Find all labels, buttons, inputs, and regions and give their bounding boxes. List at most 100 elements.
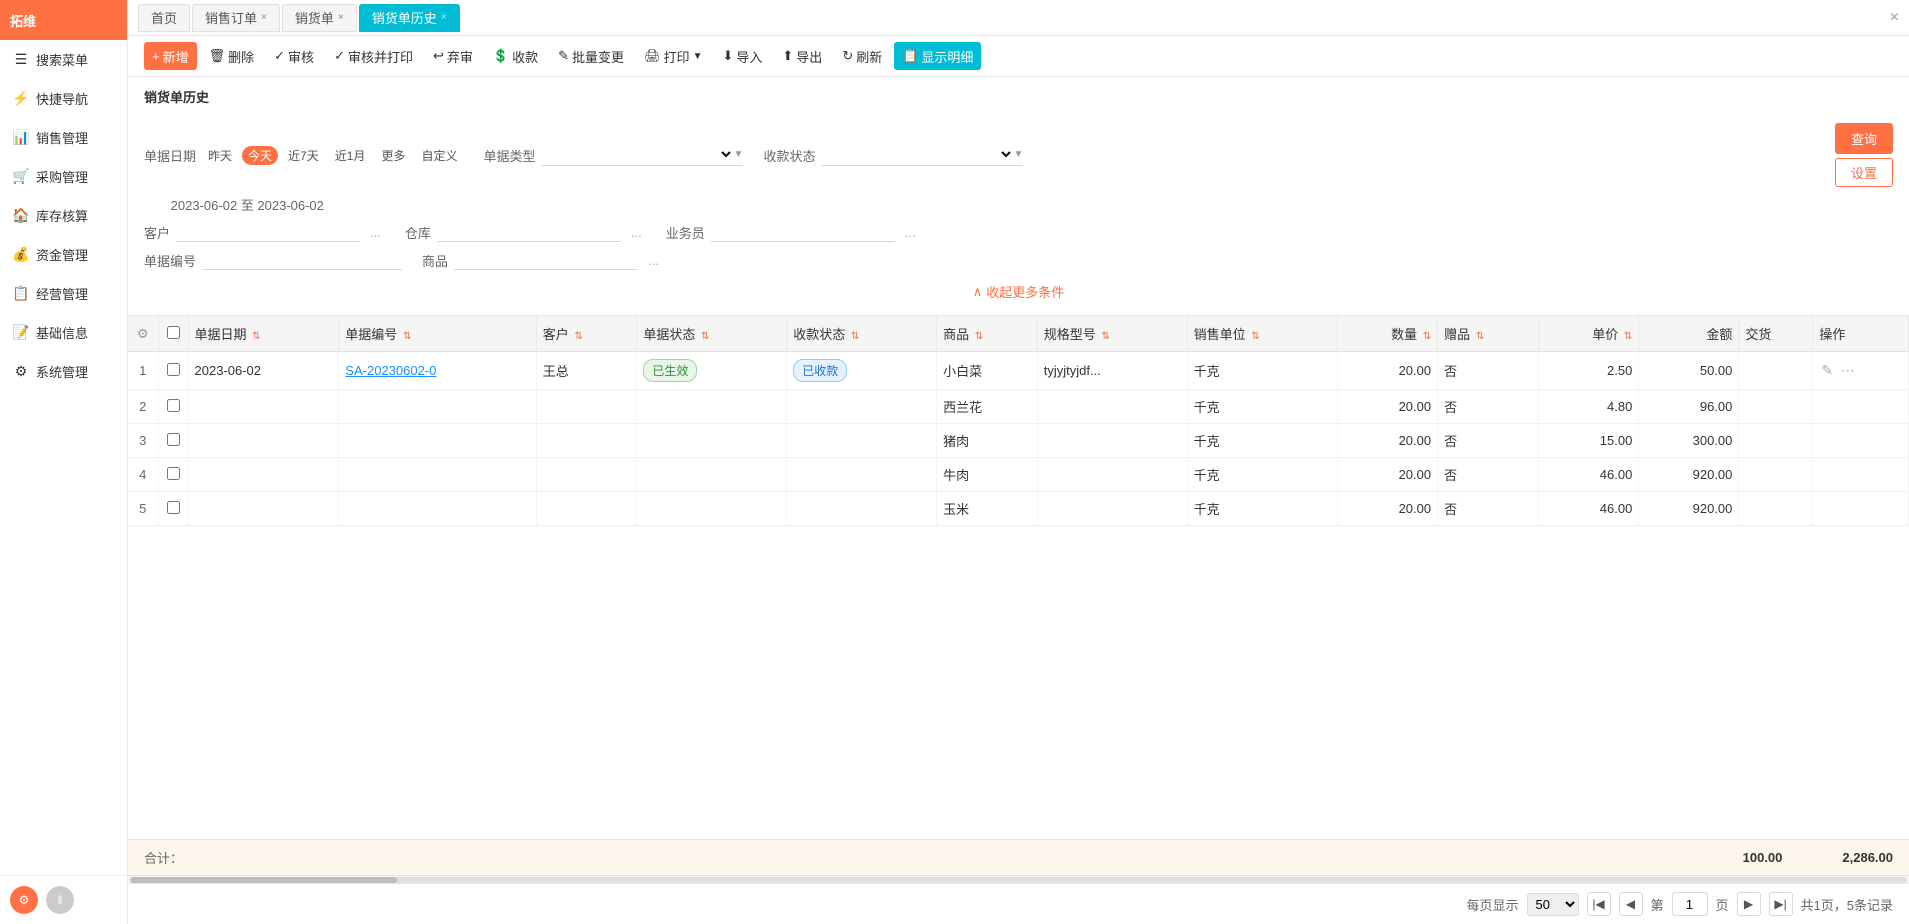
salesperson-input[interactable] bbox=[711, 222, 895, 242]
window-close-btn[interactable]: × bbox=[1890, 9, 1899, 27]
more-icon[interactable]: ⋯ bbox=[1841, 362, 1855, 378]
row-spec bbox=[1037, 458, 1187, 492]
batch-change-button[interactable]: ✎ 批量变更 bbox=[550, 42, 632, 70]
app-title: 拓维 bbox=[10, 11, 36, 30]
doc-no-link[interactable]: SA-20230602-0 bbox=[345, 363, 436, 378]
scrollbar-track bbox=[130, 877, 1907, 883]
shortcut-custom[interactable]: 自定义 bbox=[415, 146, 463, 165]
sidebar-item-system-mgmt[interactable]: ⚙ 系统管理 bbox=[0, 352, 127, 391]
last-page-btn[interactable]: ▶| bbox=[1769, 892, 1793, 916]
warehouse-dots[interactable]: ... bbox=[627, 225, 646, 240]
sidebar-item-inventory[interactable]: 🏠 库存核算 bbox=[0, 196, 127, 235]
horizontal-scrollbar[interactable] bbox=[128, 875, 1909, 883]
table-row: 2 西兰花 千克 20.00 否 4.80 96.00 bbox=[128, 390, 1909, 424]
sidebar-item-finance[interactable]: 💰 资金管理 bbox=[0, 235, 127, 274]
show-detail-button[interactable]: 📋 显示明细 bbox=[894, 42, 981, 70]
prev-page-btn[interactable]: ◀ bbox=[1619, 892, 1643, 916]
app-logo: 拓维 bbox=[0, 0, 127, 40]
shortcut-yesterday[interactable]: 昨天 bbox=[202, 146, 238, 165]
page-size-select[interactable]: 50 100 200 bbox=[1527, 893, 1579, 916]
export-button[interactable]: ⬆ 导出 bbox=[774, 42, 830, 70]
th-unit-sort[interactable]: ⇅ bbox=[1251, 331, 1259, 342]
table-settings-icon[interactable]: ⚙ bbox=[137, 326, 149, 341]
select-all-checkbox[interactable] bbox=[167, 326, 180, 339]
sidebar-item-purchase-mgmt[interactable]: 🛒 采购管理 bbox=[0, 157, 127, 196]
th-doc-no-label: 单据编号 bbox=[345, 327, 397, 342]
sidebar-item-basic-info[interactable]: 📝 基础信息 bbox=[0, 313, 127, 352]
footer-label: 合计： bbox=[144, 848, 183, 867]
row-checkbox[interactable] bbox=[167, 433, 180, 446]
collect-button[interactable]: 💲 收款 bbox=[485, 42, 546, 70]
tab-history-close[interactable]: × bbox=[441, 12, 447, 23]
collapse-button[interactable]: ∧ 收起更多条件 bbox=[144, 278, 1893, 305]
sidebar-item-quick-nav[interactable]: ⚡ 快捷导航 bbox=[0, 79, 127, 118]
row-operation bbox=[1813, 424, 1909, 458]
th-doc-date-sort[interactable]: ⇅ bbox=[252, 331, 260, 342]
goods-input[interactable] bbox=[454, 250, 638, 270]
th-goods-label: 商品 bbox=[943, 327, 969, 342]
first-page-btn[interactable]: |◀ bbox=[1587, 892, 1611, 916]
th-collect-status-sort[interactable]: ⇅ bbox=[851, 331, 859, 342]
row-checkbox[interactable] bbox=[167, 501, 180, 514]
abandon-button[interactable]: ↩ 弃审 bbox=[425, 42, 481, 70]
page-number-input[interactable] bbox=[1672, 892, 1708, 916]
audit-print-button[interactable]: ✓ 审核并打印 bbox=[326, 42, 421, 70]
shortcut-today[interactable]: 今天 bbox=[242, 146, 278, 165]
audit-button[interactable]: ✓ 审核 bbox=[266, 42, 322, 70]
tab-sales-order-close[interactable]: × bbox=[261, 12, 267, 23]
tab-sales-goods-close[interactable]: × bbox=[338, 12, 344, 23]
doc-no-filter-item: 单据编号 bbox=[144, 250, 402, 270]
sales-mgmt-icon: 📊 bbox=[12, 129, 30, 146]
th-customer-label: 客户 bbox=[543, 327, 569, 342]
warehouse-input[interactable] bbox=[437, 222, 621, 242]
th-unit-price-sort[interactable]: ⇅ bbox=[1624, 331, 1632, 342]
salesperson-dots[interactable]: ... bbox=[901, 225, 920, 240]
th-doc-status-sort[interactable]: ⇅ bbox=[701, 331, 709, 342]
query-button[interactable]: 查询 bbox=[1835, 123, 1893, 154]
shortcut-more[interactable]: 更多 bbox=[375, 146, 411, 165]
sidebar-collapse-btn[interactable]: ‖ bbox=[46, 886, 74, 914]
th-goods-sort[interactable]: ⇅ bbox=[975, 331, 983, 342]
tab-sales-order-label: 销售订单 bbox=[205, 8, 257, 27]
row-customer bbox=[536, 458, 637, 492]
sidebar-item-operations[interactable]: 📋 经营管理 bbox=[0, 274, 127, 313]
customer-input[interactable] bbox=[176, 222, 360, 242]
th-gift-sort[interactable]: ⇅ bbox=[1476, 331, 1484, 342]
row-spec: tyjyjtyjdf... bbox=[1037, 352, 1187, 390]
shortcut-1month[interactable]: 近1月 bbox=[329, 146, 372, 165]
next-page-btn[interactable]: ▶ bbox=[1737, 892, 1761, 916]
import-button[interactable]: ⬇ 导入 bbox=[714, 42, 770, 70]
sidebar-item-label: 快捷导航 bbox=[36, 89, 88, 108]
th-spec-sort[interactable]: ⇅ bbox=[1101, 331, 1109, 342]
sidebar-item-sales-mgmt[interactable]: 📊 销售管理 bbox=[0, 118, 127, 157]
scrollbar-thumb[interactable] bbox=[130, 877, 397, 883]
sidebar-settings-btn[interactable]: ⚙ bbox=[10, 886, 38, 914]
new-button[interactable]: + 新增 bbox=[144, 42, 197, 70]
row-checkbox[interactable] bbox=[167, 467, 180, 480]
tab-sales-order[interactable]: 销售订单 × bbox=[192, 4, 280, 32]
refresh-button[interactable]: ↻ 刷新 bbox=[834, 42, 890, 70]
customer-dots[interactable]: ... bbox=[366, 225, 385, 240]
table-row: 3 猪肉 千克 20.00 否 15.00 300.00 bbox=[128, 424, 1909, 458]
page-size-label: 每页显示 bbox=[1466, 895, 1518, 914]
row-checkbox[interactable] bbox=[167, 363, 180, 376]
collect-status-select[interactable] bbox=[821, 144, 1013, 165]
shortcut-7days[interactable]: 近7天 bbox=[282, 146, 325, 165]
th-quantity-sort[interactable]: ⇅ bbox=[1423, 331, 1431, 342]
refresh-label: 刷新 bbox=[856, 47, 882, 66]
doc-no-input[interactable] bbox=[202, 250, 402, 270]
tab-sales-goods[interactable]: 销货单 × bbox=[282, 4, 357, 32]
th-doc-no-sort[interactable]: ⇅ bbox=[403, 331, 411, 342]
print-button[interactable]: 🖨 打印 ▼ bbox=[636, 42, 710, 70]
goods-dots[interactable]: ... bbox=[644, 253, 663, 268]
th-operation: 操作 bbox=[1813, 316, 1909, 352]
delete-button[interactable]: 🗑 删除 bbox=[201, 42, 263, 70]
row-checkbox[interactable] bbox=[167, 399, 180, 412]
set-button[interactable]: 设置 bbox=[1835, 158, 1893, 187]
doc-type-select[interactable] bbox=[541, 144, 733, 165]
tab-history[interactable]: 销货单历史 × bbox=[359, 4, 460, 32]
sidebar-item-search-menu[interactable]: ☰ 搜索菜单 bbox=[0, 40, 127, 79]
edit-icon[interactable]: ✎ bbox=[1821, 362, 1833, 378]
th-customer-sort[interactable]: ⇅ bbox=[574, 331, 582, 342]
tab-home[interactable]: 首页 bbox=[138, 4, 190, 32]
